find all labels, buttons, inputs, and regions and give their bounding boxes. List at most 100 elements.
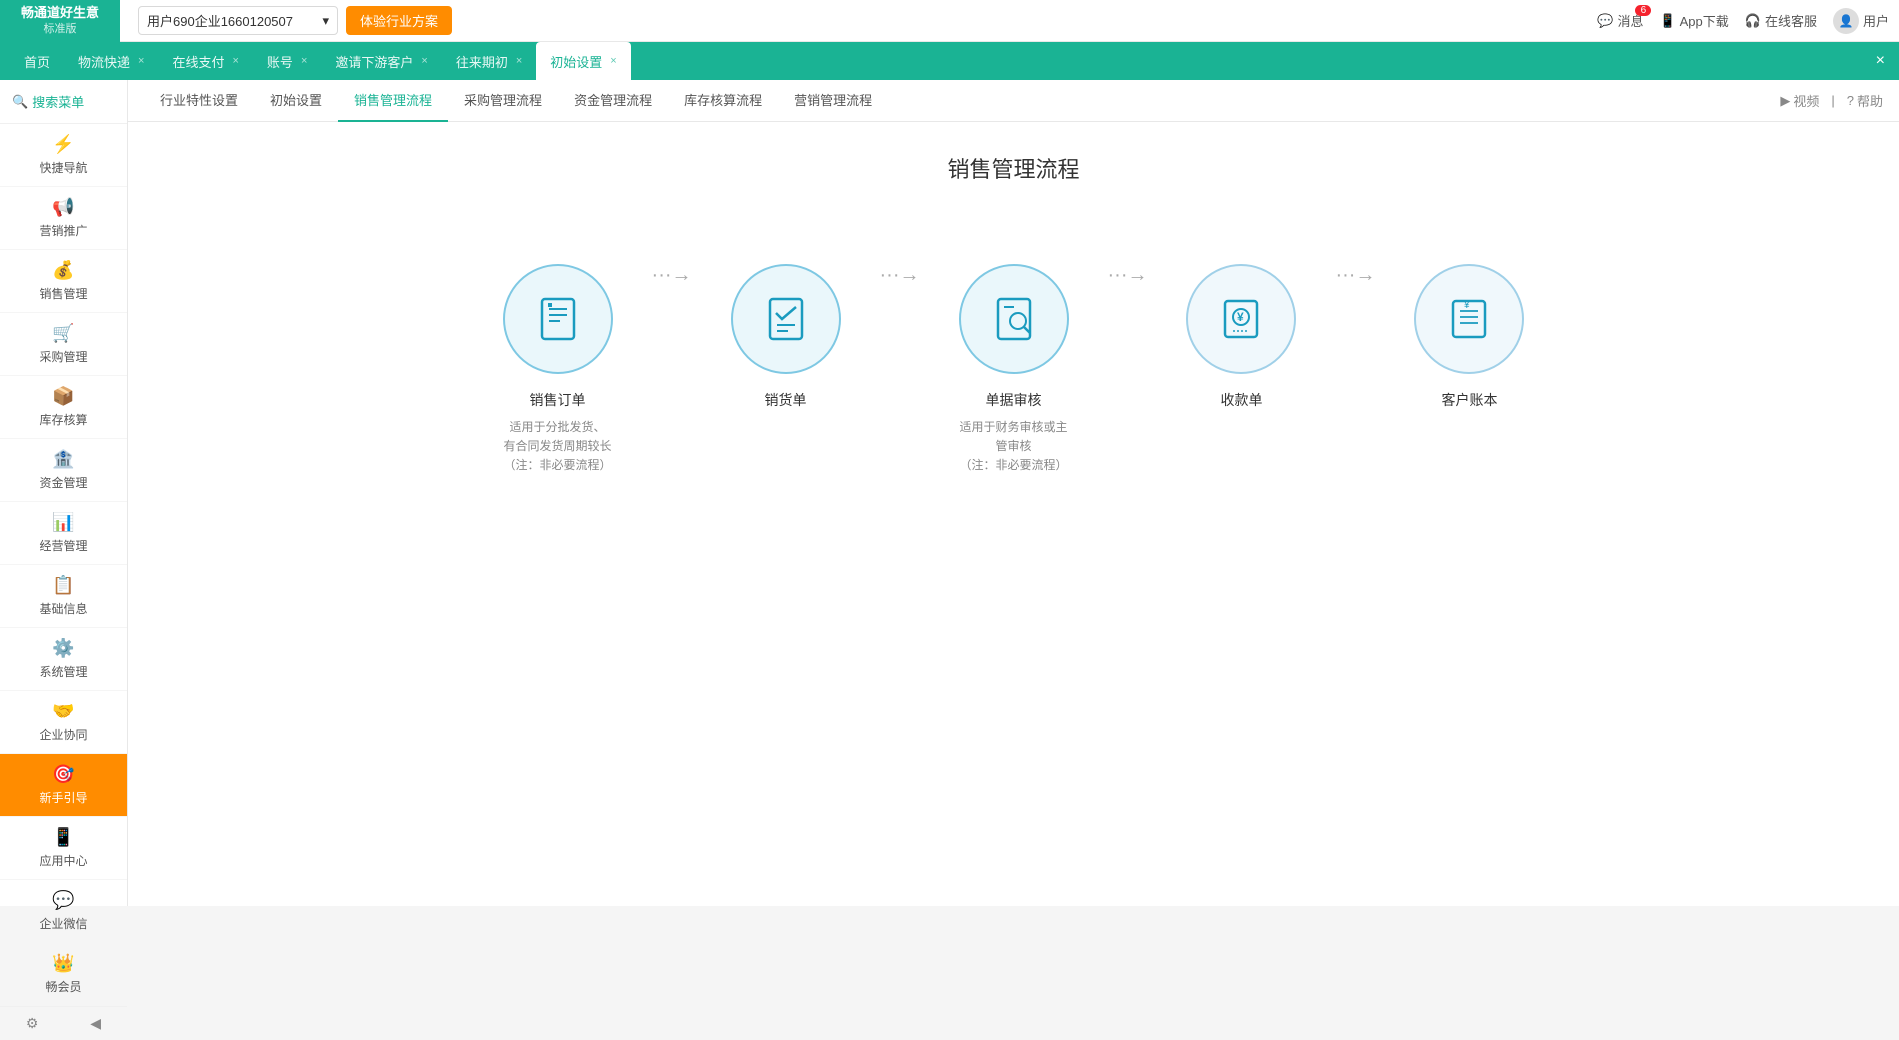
nav-tab-period-init[interactable]: 往来期初 × [442,42,536,80]
flow-circle [959,264,1069,374]
sub-tabs-left: 行业特性设置 初始设置 销售管理流程 采购管理流程 资金管理流程 库存核算流程 [144,80,888,122]
user-selector[interactable]: 用户690企业1660120507 ▾ [138,6,338,35]
phone-icon: 📱 [1659,13,1675,29]
sub-tab-label: 销售管理流程 [354,90,432,109]
nav-tab-label: 邀请下游客户 [335,52,413,71]
arrow-icon: ···→ [652,264,692,287]
nav-tab-account[interactable]: 账号 × [253,42,321,80]
sub-tab-fund-flow[interactable]: 资金管理流程 [558,80,668,122]
sub-tab-label: 初始设置 [270,90,322,109]
close-icon[interactable]: × [421,55,427,67]
arrow-icon: ···→ [880,264,920,287]
flow-label: 收款单 [1220,390,1262,410]
main-layout: 🔍 搜索菜单 ⚡ 快捷导航 📢 营销推广 💰 销售管理 🛒 采购管理 📦 库存核… [0,80,1899,906]
sub-tab-inventory-flow[interactable]: 库存核算流程 [668,80,778,122]
flow-node-receipt[interactable]: ¥ 收款单 [1151,264,1331,418]
nav-tab-home[interactable]: 首页 [10,42,64,80]
sidebar-item-label: 营销推广 [39,222,87,239]
app-download-btn[interactable]: 📱 App下载 [1659,11,1728,30]
sub-tab-initial[interactable]: 初始设置 [254,80,338,122]
sidebar-item-fund[interactable]: 🏦 资金管理 [0,439,127,502]
sidebar-item-ops[interactable]: 📊 经营管理 [0,502,127,565]
svg-text:¥: ¥ [1463,300,1470,311]
flow-node-sales-order[interactable]: 销售订单 适用于分批发货、有合同发货周期较长（注：非必要流程） [468,264,648,476]
sidebar-item-label: 系统管理 [39,663,87,680]
online-service-label: 在线客服 [1765,11,1817,30]
sub-tab-label: 采购管理流程 [464,90,542,109]
message-badge: 6 [1635,5,1651,16]
avatar: 👤 [1833,8,1859,34]
sidebar-item-vip[interactable]: 👑 畅会员 [0,943,127,1006]
arrow-icon: ···→ [1335,264,1375,287]
nav-tab-label: 首页 [24,52,50,71]
sidebar-item-label: 基础信息 [39,600,87,617]
close-all-tabs-btn[interactable]: × [1862,52,1899,70]
collapse-btn[interactable]: ◀ [90,1015,101,1032]
flow-node-sales-invoice[interactable]: 销货单 [696,264,876,418]
sidebar-item-inventory[interactable]: 📦 库存核算 [0,376,127,439]
video-btn[interactable]: ▶ 视频 [1780,91,1819,110]
message-btn[interactable]: 💬 消息 6 [1597,11,1643,30]
sidebar-item-guide[interactable]: 🎯 新手引导 [0,754,127,817]
divider: | [1831,93,1834,108]
sidebar-item-marketing[interactable]: 📢 营销推广 [0,187,127,250]
sub-tab-industry[interactable]: 行业特性设置 [144,80,254,122]
sidebar-item-label: 快捷导航 [39,159,87,176]
quick-nav-icon: ⚡ [52,134,74,155]
headset-icon: 🎧 [1745,13,1761,29]
close-icon[interactable]: × [301,55,307,67]
flow-arrow: ···→ [1108,264,1148,352]
logo: 畅通道好生意 标准版 [0,0,120,42]
page-content: 销售管理流程 销售订单 适用于分批发货、有合同 [128,122,1899,906]
header-left: 畅通道好生意 标准版 用户690企业1660120507 ▾ 体验行业方案 [0,0,452,42]
close-icon[interactable]: × [232,55,238,67]
video-icon: ▶ [1780,93,1790,109]
close-icon[interactable]: × [516,55,522,67]
close-icon[interactable]: × [138,55,144,67]
flow-label: 单据审核 [986,390,1042,410]
flow-node-doc-audit[interactable]: 单据审核 适用于财务审核或主管审核（注：非必要流程） [924,264,1104,476]
ops-icon: 📊 [52,512,74,533]
sidebar-item-sales[interactable]: 💰 销售管理 [0,250,127,313]
sys-icon: ⚙️ [52,638,74,659]
user-btn[interactable]: 👤 用户 [1833,8,1889,34]
search-menu-btn[interactable]: 🔍 搜索菜单 [8,88,119,115]
sidebar-item-app-center[interactable]: 📱 应用中心 [0,817,127,880]
sidebar-item-label: 采购管理 [39,348,87,365]
online-service-btn[interactable]: 🎧 在线客服 [1745,11,1817,30]
sidebar-item-collab[interactable]: 🤝 企业协同 [0,691,127,754]
svg-text:¥: ¥ [1237,310,1244,324]
sidebar-search-section: 🔍 搜索菜单 [0,80,127,124]
flow-node-customer-ledger[interactable]: ¥ 客户账本 [1379,264,1559,418]
sidebar-item-wechat[interactable]: 💬 企业微信 [0,880,127,943]
inventory-icon: 📦 [52,386,74,407]
flow-arrow: ···→ [652,264,692,352]
help-btn[interactable]: ? 帮助 [1847,91,1883,110]
sub-tab-sales-flow[interactable]: 销售管理流程 [338,80,448,122]
settings-btn[interactable]: ⚙ [26,1015,39,1032]
sidebar-item-sys-mgmt[interactable]: ⚙️ 系统管理 [0,628,127,691]
sidebar-item-quick-nav[interactable]: ⚡ 快捷导航 [0,124,127,187]
nav-tab-label: 在线支付 [172,52,224,71]
nav-tab-payment[interactable]: 在线支付 × [158,42,252,80]
logo-text: 畅通道好生意 [21,5,99,21]
sub-tab-label: 资金管理流程 [574,90,652,109]
flow-label: 销货单 [765,390,807,410]
guide-icon: 🎯 [52,764,74,785]
sub-tab-purchase-flow[interactable]: 采购管理流程 [448,80,558,122]
sub-tab-marketing-flow[interactable]: 营销管理流程 [778,80,888,122]
flow-circle [503,264,613,374]
nav-tab-invite[interactable]: 邀请下游客户 × [321,42,441,80]
sidebar-item-purchase[interactable]: 🛒 采购管理 [0,313,127,376]
content-area: 行业特性设置 初始设置 销售管理流程 采购管理流程 资金管理流程 库存核算流程 [128,80,1899,906]
sub-tab-label: 库存核算流程 [684,90,762,109]
app-center-icon: 📱 [52,827,74,848]
sidebar-item-basic-info[interactable]: 📋 基础信息 [0,565,127,628]
sidebar-bottom: ⚙ ◀ [0,1006,127,1040]
nav-tab-initial-setup[interactable]: 初始设置 × [536,42,630,80]
nav-tab-logistics[interactable]: 物流快递 × [64,42,158,80]
try-industry-btn[interactable]: 体验行业方案 [346,6,452,35]
app-download-label: App下载 [1680,11,1729,30]
close-icon[interactable]: × [610,55,616,67]
collab-icon: 🤝 [52,701,74,722]
